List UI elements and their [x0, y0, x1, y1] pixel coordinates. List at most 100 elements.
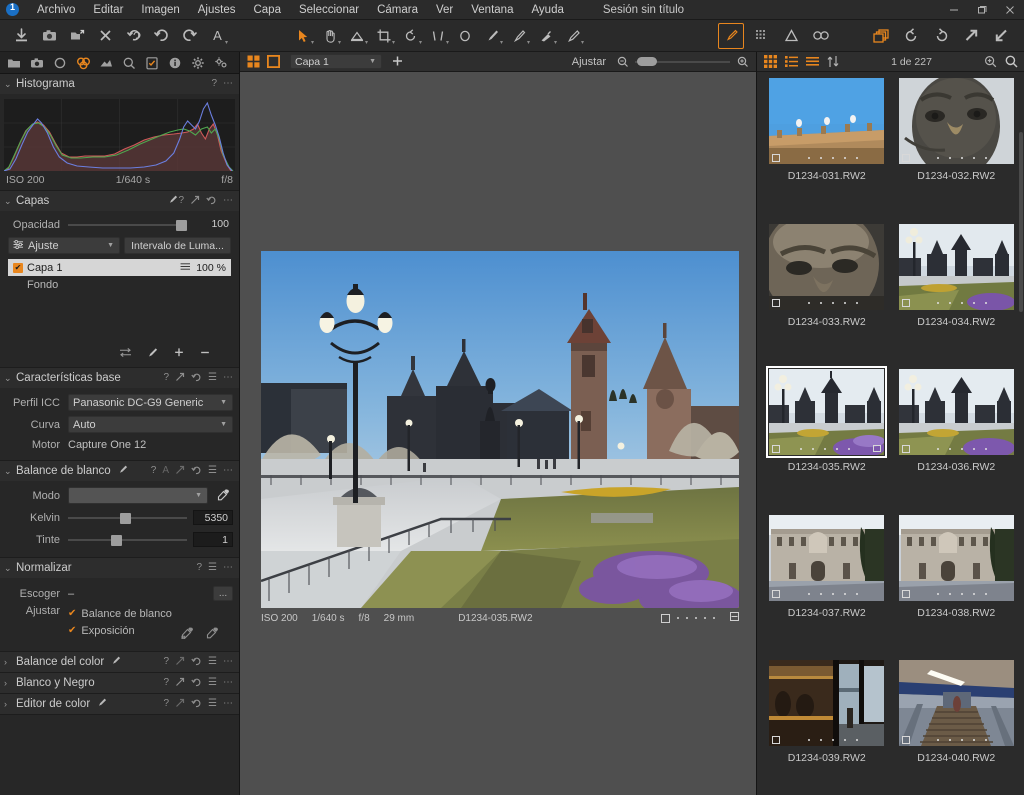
- panel-header-caracteristicas-base[interactable]: ⌄ Características base ? ☰ ⋯: [0, 368, 239, 388]
- menu-ayuda[interactable]: Ayuda: [522, 0, 572, 20]
- thumbnail-cell[interactable]: D1234-037.RW2: [767, 515, 887, 661]
- brush-icon[interactable]: [110, 655, 121, 669]
- list-view-icon[interactable]: [784, 55, 798, 69]
- expand-icon[interactable]: [175, 698, 185, 711]
- thumbnail-image[interactable]: [769, 369, 884, 455]
- focus-mask-icon[interactable]: [808, 23, 834, 49]
- eyedropper-icon[interactable]: [217, 488, 230, 504]
- details-tab[interactable]: [118, 53, 140, 73]
- menu-imagen[interactable]: Imagen: [132, 0, 188, 20]
- panel-header-histograma[interactable]: ⌄ Histograma ? ⋯: [0, 74, 239, 94]
- brush-icon[interactable]: [117, 464, 128, 478]
- reset-icon[interactable]: [206, 195, 217, 208]
- rotate-left-icon[interactable]: [898, 23, 924, 49]
- kelvin-value[interactable]: 5350: [193, 510, 233, 525]
- color-tab[interactable]: [72, 53, 94, 73]
- batch-tab[interactable]: [210, 53, 232, 73]
- add-layer-icon[interactable]: [173, 347, 185, 361]
- auto-icon[interactable]: A: [162, 466, 169, 476]
- panel-header-capas[interactable]: ⌄ Capas ? ⋯: [0, 191, 239, 211]
- menu-editar[interactable]: Editar: [84, 0, 132, 20]
- color-tag-icon[interactable]: [902, 154, 910, 162]
- brush-tool[interactable]: ▾: [479, 23, 505, 49]
- crop-tool[interactable]: ▾: [371, 23, 397, 49]
- more-icon[interactable]: ⋯: [223, 699, 233, 709]
- add-layer-icon[interactable]: [390, 54, 405, 69]
- menu-ventana[interactable]: Ventana: [462, 0, 522, 20]
- warning-icon[interactable]: [778, 23, 804, 49]
- normalize-pick-icon[interactable]: [181, 626, 194, 642]
- layer-row-fondo[interactable]: Fondo: [8, 276, 231, 293]
- fill-mask-icon[interactable]: [146, 347, 159, 361]
- reset-icon[interactable]: [191, 677, 202, 690]
- exposure-tool[interactable]: ▾: [344, 23, 370, 49]
- disclosure-right-icon[interactable]: ›: [4, 657, 12, 667]
- normalize-option-wb[interactable]: ✔ Balance de blanco: [68, 605, 233, 622]
- menu-icon[interactable]: ☰: [208, 678, 217, 688]
- layer-row-capa-1[interactable]: ✔ Capa 1 100 %: [8, 259, 231, 276]
- pointer-tool[interactable]: ▾: [290, 23, 316, 49]
- color-tag-icon[interactable]: [772, 590, 780, 598]
- layer-mode-select[interactable]: Ajuste ▼: [8, 237, 120, 254]
- wb-mode-select[interactable]: ▼: [68, 487, 208, 504]
- thumbnail-image[interactable]: [899, 78, 1014, 164]
- disclosure-right-icon[interactable]: ›: [4, 699, 12, 709]
- sort-icon[interactable]: [826, 55, 840, 69]
- thumbnail-cell-selected[interactable]: D1234-035.RW2: [767, 369, 887, 515]
- color-tag-icon[interactable]: [772, 154, 780, 162]
- annotate-icon[interactable]: A ▾: [204, 23, 230, 49]
- expand-icon[interactable]: [175, 465, 185, 478]
- thumbnail-image[interactable]: [769, 515, 884, 601]
- close-button[interactable]: [996, 0, 1024, 20]
- adjustments-tab[interactable]: [141, 53, 163, 73]
- color-tag-icon[interactable]: [772, 736, 780, 744]
- single-view-icon[interactable]: [266, 54, 281, 69]
- more-icon[interactable]: ⋯: [223, 563, 233, 573]
- star-1[interactable]: [677, 617, 679, 619]
- help-icon[interactable]: ?: [178, 196, 184, 206]
- keystone-tool[interactable]: ▾: [425, 23, 451, 49]
- thumbnail-image[interactable]: [769, 78, 884, 164]
- close-image-icon[interactable]: [92, 23, 118, 49]
- reset-icon[interactable]: [191, 698, 202, 711]
- undo-icon[interactable]: [148, 23, 174, 49]
- capture-tab[interactable]: [26, 53, 48, 73]
- redo-icon[interactable]: [176, 23, 202, 49]
- thumbnail-image[interactable]: [769, 224, 884, 310]
- thumbnail-cell[interactable]: D1234-034.RW2: [897, 224, 1017, 370]
- filmstrip-view-icon[interactable]: [805, 55, 819, 69]
- normalize-apply-icon[interactable]: [206, 626, 219, 642]
- rotate-tool[interactable]: ▾: [398, 23, 424, 49]
- normalize-pick-button[interactable]: ...: [213, 586, 233, 601]
- star-2[interactable]: [686, 617, 688, 619]
- more-icon[interactable]: ⋯: [223, 79, 233, 89]
- help-icon[interactable]: ?: [163, 699, 169, 709]
- import-icon[interactable]: [8, 23, 34, 49]
- brush-icon[interactable]: [167, 194, 178, 208]
- disclosure-down-icon[interactable]: ⌄: [4, 79, 12, 90]
- gradient-mask-tool[interactable]: ▾: [533, 23, 559, 49]
- help-icon[interactable]: ?: [196, 563, 202, 573]
- maximize-button[interactable]: [968, 0, 996, 20]
- panel-header-blanco-y-negro[interactable]: › Blanco y Negro ? ☰ ⋯: [0, 673, 239, 693]
- pixel-grid-icon[interactable]: [748, 23, 774, 49]
- thumbnail-image[interactable]: [899, 660, 1014, 746]
- disclosure-down-icon[interactable]: ⌄: [4, 196, 12, 207]
- variants-icon[interactable]: [868, 23, 894, 49]
- menu-icon[interactable]: ☰: [208, 563, 217, 573]
- viewer-zoom-slider[interactable]: [635, 56, 730, 68]
- expand-icon[interactable]: [175, 656, 185, 669]
- expand-icon[interactable]: [175, 372, 185, 385]
- luma-range-button[interactable]: Intervalo de Luma...: [124, 237, 231, 254]
- edit-mode-icon[interactable]: [718, 23, 744, 49]
- main-photo[interactable]: [261, 251, 739, 608]
- help-icon[interactable]: ?: [211, 79, 217, 89]
- color-tag-icon[interactable]: [902, 736, 910, 744]
- rating-controls[interactable]: [661, 612, 739, 624]
- tint-value[interactable]: 1: [193, 532, 233, 547]
- help-icon[interactable]: ?: [163, 678, 169, 688]
- thumbnail-cell[interactable]: D1234-038.RW2: [897, 515, 1017, 661]
- reset-all-icon[interactable]: [120, 23, 146, 49]
- thumbnail-cell[interactable]: D1234-040.RW2: [897, 660, 1017, 795]
- zoom-in-icon[interactable]: [735, 54, 750, 69]
